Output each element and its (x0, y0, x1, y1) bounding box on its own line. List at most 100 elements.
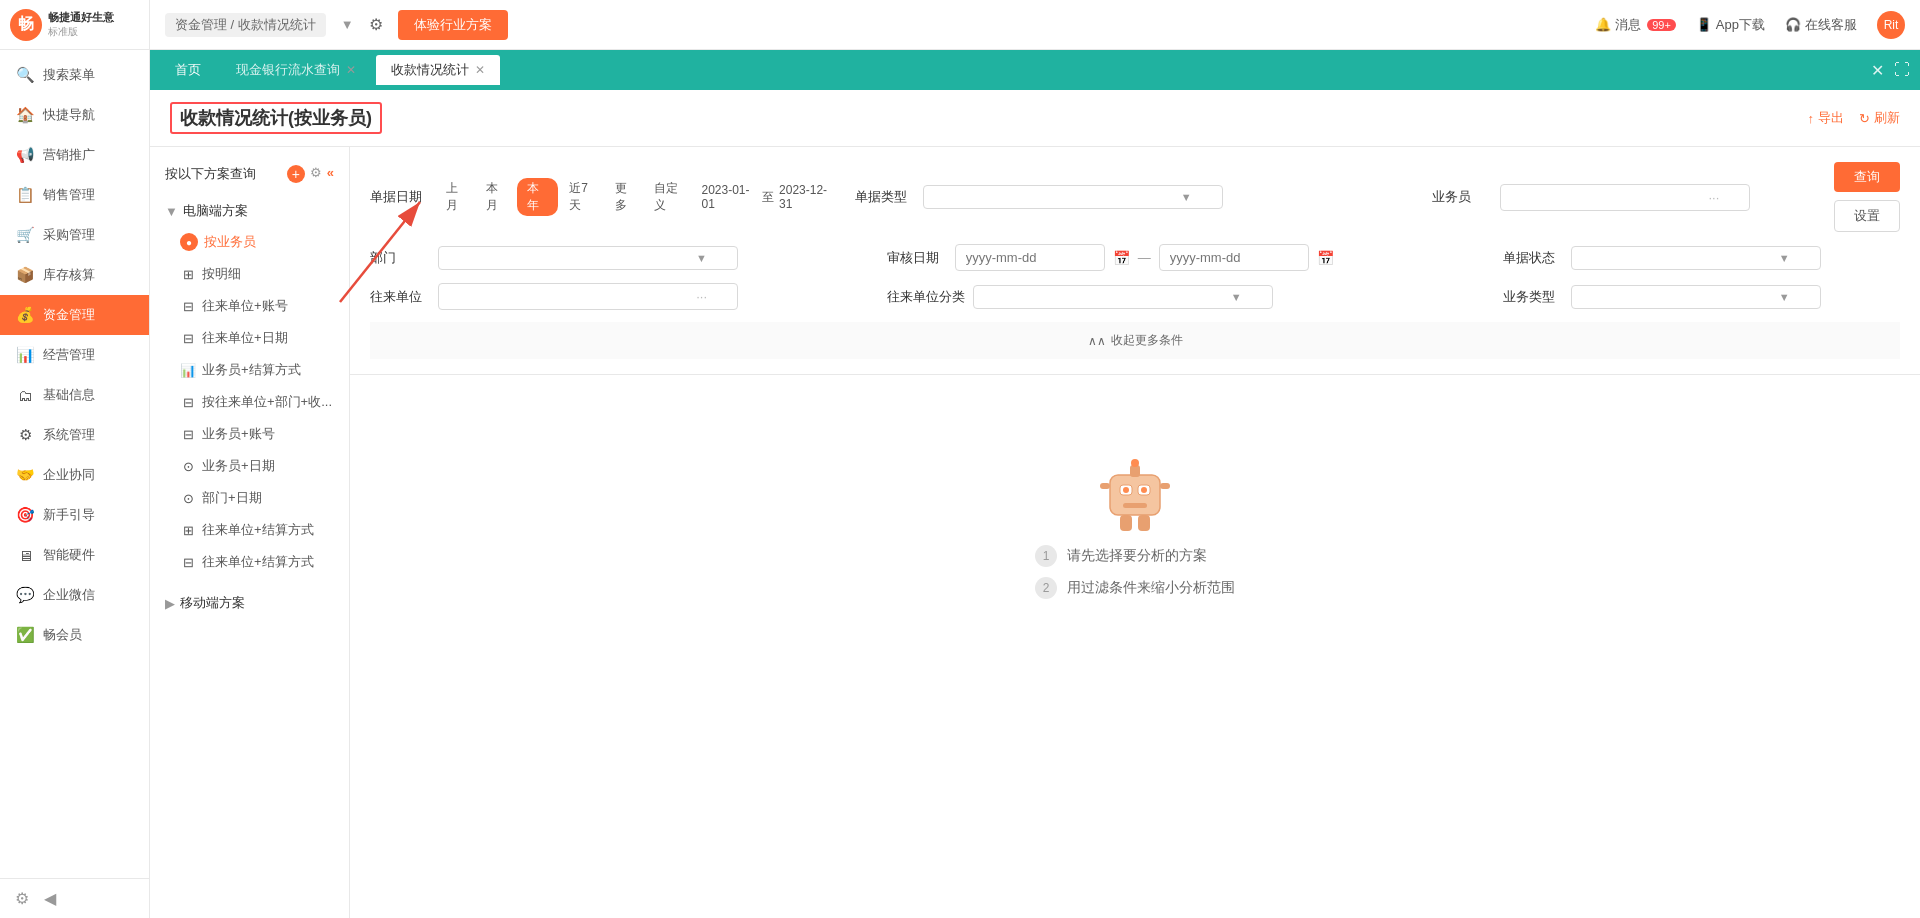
download-icon: 📱 (1696, 17, 1712, 32)
pc-scheme-title[interactable]: ▼ 电脑端方案 (150, 196, 349, 226)
scheme-item-staff-date[interactable]: ⊙ 业务员+日期 (150, 450, 349, 482)
tab-bar: 首页 现金银行流水查询 ✕ 收款情况统计 ✕ ✕ ⛶ (150, 50, 1920, 90)
trial-button[interactable]: 体验行业方案 (398, 10, 508, 40)
settings-button[interactable]: 设置 (1834, 200, 1900, 232)
scheme-item-detail[interactable]: ⊞ 按明细 (150, 258, 349, 290)
scheme-item-unit-date[interactable]: ⊟ 往来单位+日期 (150, 322, 349, 354)
user-avatar[interactable]: Rit (1877, 11, 1905, 39)
tab-close-all-icon[interactable]: ✕ (1871, 61, 1884, 80)
collapse-sidebar-icon[interactable]: ◀ (44, 889, 56, 908)
calendar-to-icon[interactable]: 📅 (1317, 250, 1334, 266)
sidebar-item-hardware[interactable]: 🖥 智能硬件 (0, 535, 149, 575)
sidebar-item-purchase[interactable]: 🛒 采购管理 (0, 215, 149, 255)
scheme-item-staff-settle-label: 业务员+结算方式 (202, 361, 301, 379)
export-button[interactable]: ↑ 导出 (1808, 109, 1845, 127)
sidebar-label-enterprise: 企业协同 (43, 466, 95, 484)
tab-home[interactable]: 首页 (160, 55, 216, 85)
scheme-item-unit-dept[interactable]: ⊟ 按往来单位+部门+收... (150, 386, 349, 418)
svg-rect-13 (1138, 515, 1150, 531)
header-right: 🔔 消息 99+ 📱 App下载 🎧 在线客服 Rit (1595, 11, 1905, 39)
date-7days[interactable]: 近7天 (561, 178, 604, 216)
date-range: 2023-01-01 至 2023-12-31 (701, 183, 834, 211)
svg-point-5 (1123, 487, 1129, 493)
staff-select[interactable]: ··· (1500, 184, 1750, 211)
collapse-panel-icon[interactable]: « (327, 165, 334, 183)
scheme-item-unit-settle2[interactable]: ⊟ 往来单位+结算方式 (150, 546, 349, 578)
panel-header: 按以下方案查询 + ⚙ « (150, 157, 349, 191)
partner-select[interactable]: ··· (438, 283, 738, 310)
add-scheme-icon[interactable]: + (287, 165, 305, 183)
refresh-icon: ↻ (1859, 111, 1870, 126)
date-last-month[interactable]: 上月 (438, 178, 475, 216)
scheme-item-staff-settle[interactable]: 📊 业务员+结算方式 (150, 354, 349, 386)
logo: 畅 畅捷通好生意 标准版 (0, 0, 149, 50)
sidebar-item-system[interactable]: ⚙ 系统管理 (0, 415, 149, 455)
doc-status-select[interactable]: ▼ (1571, 246, 1821, 270)
doc-type-select[interactable]: ▼ (923, 185, 1223, 209)
review-date-from-input[interactable] (955, 244, 1105, 271)
sidebar-item-basic[interactable]: 🗂 基础信息 (0, 375, 149, 415)
partner-type-select[interactable]: ▼ (973, 285, 1273, 309)
scheme-item-dept-date[interactable]: ⊙ 部门+日期 (150, 482, 349, 514)
step-1-text: 请先选择要分析的方案 (1067, 547, 1207, 565)
dept-filter-group: 部门 ▼ (370, 246, 867, 270)
search-icon: 🔍 (15, 65, 35, 85)
tab-expand-icon[interactable]: ⛶ (1894, 61, 1910, 79)
scheme-item-unit-settle1[interactable]: ⊞ 往来单位+结算方式 (150, 514, 349, 546)
mobile-scheme-title[interactable]: ▶ 移动端方案 (150, 588, 349, 618)
settings-bottom-icon[interactable]: ⚙ (15, 889, 29, 908)
date-custom[interactable]: 自定义 (646, 178, 693, 216)
sidebar-item-marketing[interactable]: 📢 营销推广 (0, 135, 149, 175)
bank-tab-close[interactable]: ✕ (346, 63, 356, 77)
date-this-month[interactable]: 本月 (478, 178, 515, 216)
query-button[interactable]: 查询 (1834, 162, 1900, 192)
sidebar-label-guide: 新手引导 (43, 506, 95, 524)
date-from: 2023-01-01 (701, 183, 757, 211)
biz-type-select[interactable]: ▼ (1571, 285, 1821, 309)
doc-type-label: 单据类型 (855, 188, 915, 206)
sidebar-item-finance[interactable]: 💰 资金管理 (0, 295, 149, 335)
sidebar-item-wechat[interactable]: 💬 企业微信 (0, 575, 149, 615)
tab-bank[interactable]: 现金银行流水查询 ✕ (221, 55, 371, 85)
app-download-item[interactable]: 📱 App下载 (1696, 16, 1765, 34)
right-panel: 单据日期 上月 本月 本年 近7天 更多 自定义 2023-01-01 (350, 147, 1920, 918)
scheme-item-staff-account[interactable]: ⊟ 业务员+账号 (150, 418, 349, 450)
tab-receipt[interactable]: 收款情况统计 ✕ (376, 55, 500, 85)
scheme-item-unit-settle2-label: 往来单位+结算方式 (202, 553, 314, 571)
sidebar-item-operation[interactable]: 📊 经营管理 (0, 335, 149, 375)
dept-select[interactable]: ▼ (438, 246, 738, 270)
review-date-to-input[interactable] (1159, 244, 1309, 271)
sidebar-item-quicknav[interactable]: 🏠 快捷导航 (0, 95, 149, 135)
sidebar-item-search[interactable]: 🔍 搜索菜单 (0, 55, 149, 95)
main-area: 资金管理 / 收款情况统计 ▼ ⚙ 体验行业方案 🔔 消息 99+ 📱 App下… (150, 0, 1920, 918)
calendar-from-icon[interactable]: 📅 (1113, 250, 1130, 266)
filter-row-1: 单据日期 上月 本月 本年 近7天 更多 自定义 2023-01-01 (370, 162, 1900, 232)
partner-more-icon: ··· (696, 289, 707, 304)
date-more[interactable]: 更多 (607, 178, 644, 216)
review-date-filter-group: 审核日期 📅 — 📅 (887, 244, 1483, 271)
unit-date-icon: ⊟ (180, 330, 196, 346)
sidebar-item-sales[interactable]: 📋 销售管理 (0, 175, 149, 215)
collapse-bar[interactable]: ∧∧ 收起更多条件 (370, 322, 1900, 359)
sidebar-item-member[interactable]: ✅ 畅会员 (0, 615, 149, 655)
sidebar-item-enterprise[interactable]: 🤝 企业协同 (0, 455, 149, 495)
notification-item[interactable]: 🔔 消息 99+ (1595, 16, 1676, 34)
filter-row-3: 往来单位 ··· 往来单位分类 ▼ (370, 283, 1900, 310)
partner-type-label: 往来单位分类 (887, 288, 965, 306)
scheme-item-staff[interactable]: ● 按业务员 (150, 226, 349, 258)
sidebar-label-quicknav: 快捷导航 (43, 106, 95, 124)
scheme-item-unit-account[interactable]: ⊟ 往来单位+账号 (150, 290, 349, 322)
date-this-year[interactable]: 本年 (517, 178, 558, 216)
header-settings-icon[interactable]: ⚙ (369, 15, 383, 34)
scheme-item-unit-account-label: 往来单位+账号 (202, 297, 288, 315)
sidebar-item-inventory[interactable]: 📦 库存核算 (0, 255, 149, 295)
finance-icon: 💰 (15, 305, 35, 325)
online-service-item[interactable]: 🎧 在线客服 (1785, 16, 1857, 34)
refresh-button[interactable]: ↻ 刷新 (1859, 109, 1900, 127)
scheme-settings-icon[interactable]: ⚙ (310, 165, 322, 183)
mobile-expand-arrow: ▶ (165, 596, 175, 611)
scheme-item-staff-account-label: 业务员+账号 (202, 425, 275, 443)
sidebar-item-guide[interactable]: 🎯 新手引导 (0, 495, 149, 535)
staff-settle-icon: 📊 (180, 362, 196, 378)
receipt-tab-close[interactable]: ✕ (475, 63, 485, 77)
